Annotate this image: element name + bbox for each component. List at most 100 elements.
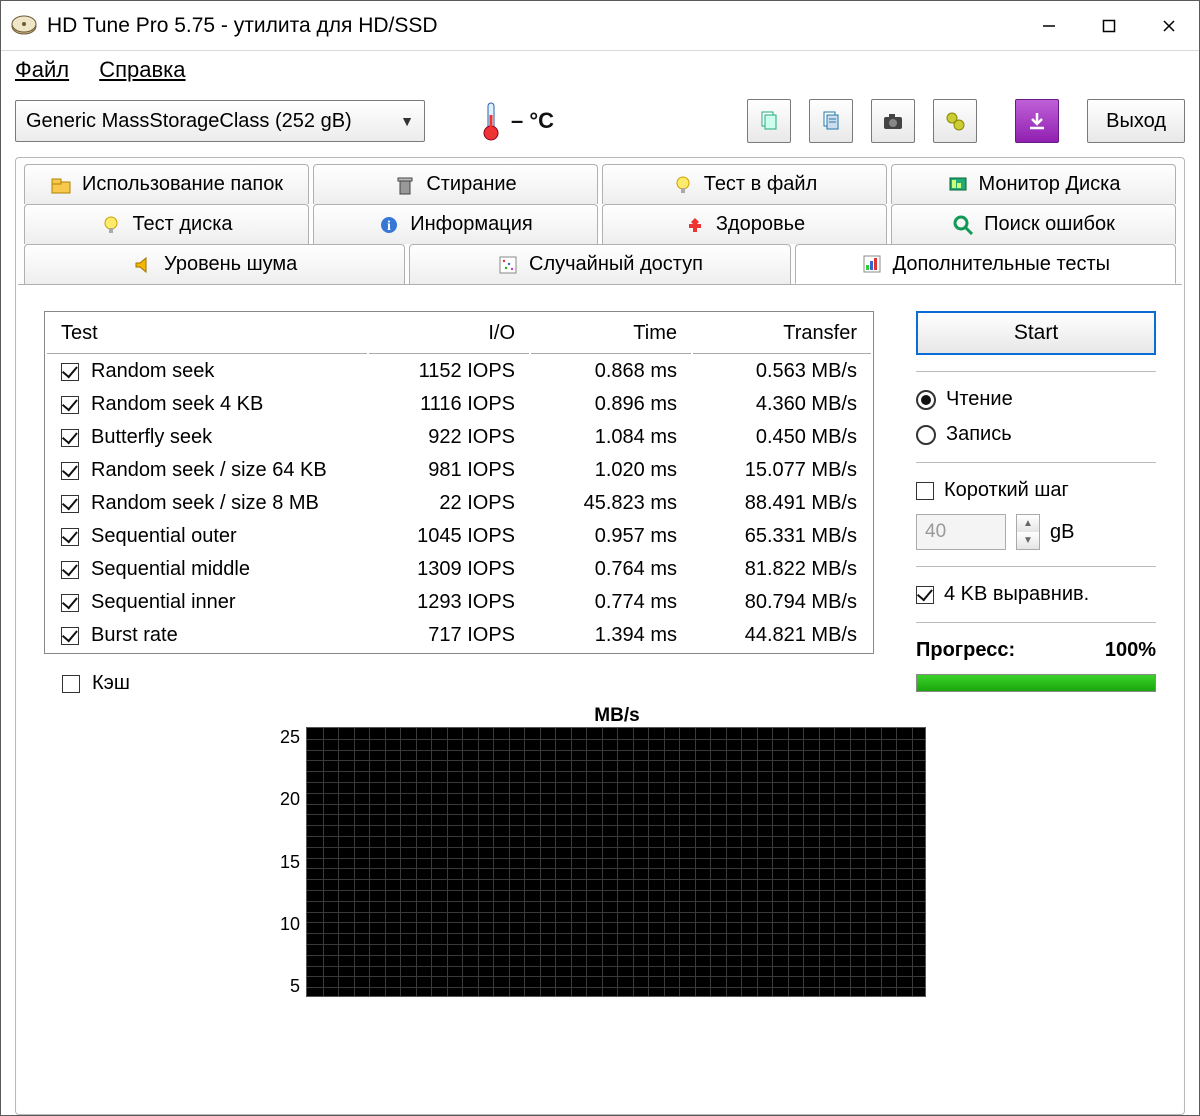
chart-y-ticks: 252015105 bbox=[270, 727, 306, 997]
chevron-down-icon: ▼ bbox=[400, 113, 414, 129]
tab-поиск-ошибок[interactable]: Поиск ошибок bbox=[891, 204, 1176, 244]
menu-help[interactable]: Справка bbox=[99, 57, 185, 82]
main-panel: Использование папокСтираниеТест в файлМо… bbox=[15, 157, 1185, 1115]
drive-select[interactable]: Generic MassStorageClass (252 gB) ▼ bbox=[15, 100, 425, 142]
menu-file[interactable]: Файл bbox=[15, 57, 69, 82]
search-icon bbox=[952, 214, 974, 236]
step-size-value: 40 bbox=[916, 514, 1006, 550]
tab-дополнительные-тесты[interactable]: Дополнительные тесты bbox=[795, 244, 1176, 284]
tab-тест-в-файл[interactable]: Тест в файл bbox=[602, 164, 887, 204]
tab-strip: Использование папокСтираниеТест в файлМо… bbox=[18, 160, 1182, 284]
row-checkbox[interactable] bbox=[61, 495, 79, 513]
speaker-icon bbox=[132, 254, 154, 276]
table-row: Sequential inner1293 IOPS0.774 ms80.794 … bbox=[47, 587, 871, 618]
app-window: HD Tune Pro 5.75 - утилита для HD/SSD Фа… bbox=[0, 0, 1200, 1116]
progress-value: 100% bbox=[1105, 639, 1156, 662]
exit-button[interactable]: Выход bbox=[1087, 99, 1185, 143]
table-row: Random seek / size 64 KB981 IOPS1.020 ms… bbox=[47, 455, 871, 486]
col-transfer[interactable]: Transfer bbox=[693, 314, 871, 354]
gears-icon bbox=[943, 109, 967, 133]
table-row: Burst rate717 IOPS1.394 ms44.821 MB/s bbox=[47, 620, 871, 651]
short-step-checkbox[interactable]: Короткий шаг bbox=[916, 479, 1156, 502]
radio-icon bbox=[916, 425, 936, 445]
tab-здоровье[interactable]: Здоровье bbox=[602, 204, 887, 244]
save-button[interactable] bbox=[1015, 99, 1059, 143]
col-time[interactable]: Time bbox=[531, 314, 691, 354]
cell-io: 981 IOPS bbox=[369, 455, 529, 486]
side-controls: Start Чтение Запись Короткий шаг 40 ▲▼ g… bbox=[916, 311, 1156, 692]
bulb-icon bbox=[672, 174, 694, 196]
clipboard-icon bbox=[757, 109, 781, 133]
table-row: Random seek1152 IOPS0.868 ms0.563 MB/s bbox=[47, 356, 871, 387]
step-size-spinner[interactable]: 40 ▲▼ gB bbox=[916, 514, 1156, 550]
chart-ylabel: MB/s bbox=[304, 705, 930, 727]
tab-стирание[interactable]: Стирание bbox=[313, 164, 598, 204]
copy-results-button[interactable] bbox=[809, 99, 853, 143]
cell-time: 0.868 ms bbox=[531, 356, 691, 387]
monitor-icon bbox=[947, 174, 969, 196]
app-icon bbox=[11, 13, 37, 39]
row-checkbox[interactable] bbox=[61, 462, 79, 480]
spinner-up-icon[interactable]: ▲ bbox=[1017, 515, 1039, 532]
mode-write[interactable]: Запись bbox=[916, 423, 1156, 446]
tab-монитор-диска[interactable]: Монитор Диска bbox=[891, 164, 1176, 204]
copy-info-button[interactable] bbox=[747, 99, 791, 143]
cell-time: 0.957 ms bbox=[531, 521, 691, 552]
cell-transfer: 81.822 MB/s bbox=[693, 554, 871, 585]
cell-io: 1293 IOPS bbox=[369, 587, 529, 618]
maximize-button[interactable] bbox=[1079, 1, 1139, 51]
test-name: Random seek 4 KB bbox=[91, 393, 263, 416]
window-title: HD Tune Pro 5.75 - утилита для HD/SSD bbox=[47, 14, 1019, 38]
cell-io: 1309 IOPS bbox=[369, 554, 529, 585]
cell-time: 0.896 ms bbox=[531, 389, 691, 420]
drive-select-value: Generic MassStorageClass (252 gB) bbox=[26, 110, 400, 133]
row-checkbox[interactable] bbox=[61, 528, 79, 546]
tab-тест-диска[interactable]: Тест диска bbox=[24, 204, 309, 244]
cell-time: 0.774 ms bbox=[531, 587, 691, 618]
svg-text:i: i bbox=[387, 219, 391, 234]
menu-bar: Файл Справка bbox=[1, 51, 1199, 93]
tab-случайный-доступ[interactable]: Случайный доступ bbox=[409, 244, 790, 284]
start-button[interactable]: Start bbox=[916, 311, 1156, 355]
settings-button[interactable] bbox=[933, 99, 977, 143]
cell-io: 922 IOPS bbox=[369, 422, 529, 453]
align-4kb-checkbox[interactable]: 4 KB выравнив. bbox=[916, 583, 1156, 606]
cell-time: 1.020 ms bbox=[531, 455, 691, 486]
minimize-button[interactable] bbox=[1019, 1, 1079, 51]
tab-уровень-шума[interactable]: Уровень шума bbox=[24, 244, 405, 284]
bulb-icon bbox=[100, 214, 122, 236]
folder-icon bbox=[50, 174, 72, 196]
row-checkbox[interactable] bbox=[61, 627, 79, 645]
title-bar: HD Tune Pro 5.75 - утилита для HD/SSD bbox=[1, 1, 1199, 51]
tab-использование-папок[interactable]: Использование папок bbox=[24, 164, 309, 204]
row-checkbox[interactable] bbox=[61, 363, 79, 381]
table-row: Random seek 4 KB1116 IOPS0.896 ms4.360 M… bbox=[47, 389, 871, 420]
tab-информация[interactable]: iИнформация bbox=[313, 204, 598, 244]
progress-label: Прогресс: bbox=[916, 639, 1015, 662]
close-button[interactable] bbox=[1139, 1, 1199, 51]
toolbar: Generic MassStorageClass (252 gB) ▼ – °C… bbox=[1, 93, 1199, 157]
cell-transfer: 4.360 MB/s bbox=[693, 389, 871, 420]
cell-transfer: 15.077 MB/s bbox=[693, 455, 871, 486]
row-checkbox[interactable] bbox=[61, 594, 79, 612]
temperature-display: – °C bbox=[481, 101, 554, 141]
spinner-buttons[interactable]: ▲▼ bbox=[1016, 514, 1040, 550]
cache-checkbox[interactable] bbox=[62, 675, 80, 693]
cell-transfer: 88.491 MB/s bbox=[693, 488, 871, 519]
test-name: Sequential middle bbox=[91, 558, 250, 581]
cell-io: 22 IOPS bbox=[369, 488, 529, 519]
row-checkbox[interactable] bbox=[61, 396, 79, 414]
cell-transfer: 65.331 MB/s bbox=[693, 521, 871, 552]
test-name: Random seek bbox=[91, 360, 214, 383]
screenshot-button[interactable] bbox=[871, 99, 915, 143]
spinner-down-icon[interactable]: ▼ bbox=[1017, 532, 1039, 549]
row-checkbox[interactable] bbox=[61, 561, 79, 579]
mode-read[interactable]: Чтение bbox=[916, 388, 1156, 411]
table-row: Random seek / size 8 MB22 IOPS45.823 ms8… bbox=[47, 488, 871, 519]
row-checkbox[interactable] bbox=[61, 429, 79, 447]
col-io[interactable]: I/O bbox=[369, 314, 529, 354]
col-test[interactable]: Test bbox=[47, 314, 367, 354]
test-name: Burst rate bbox=[91, 624, 178, 647]
download-icon bbox=[1027, 111, 1047, 131]
cell-time: 45.823 ms bbox=[531, 488, 691, 519]
